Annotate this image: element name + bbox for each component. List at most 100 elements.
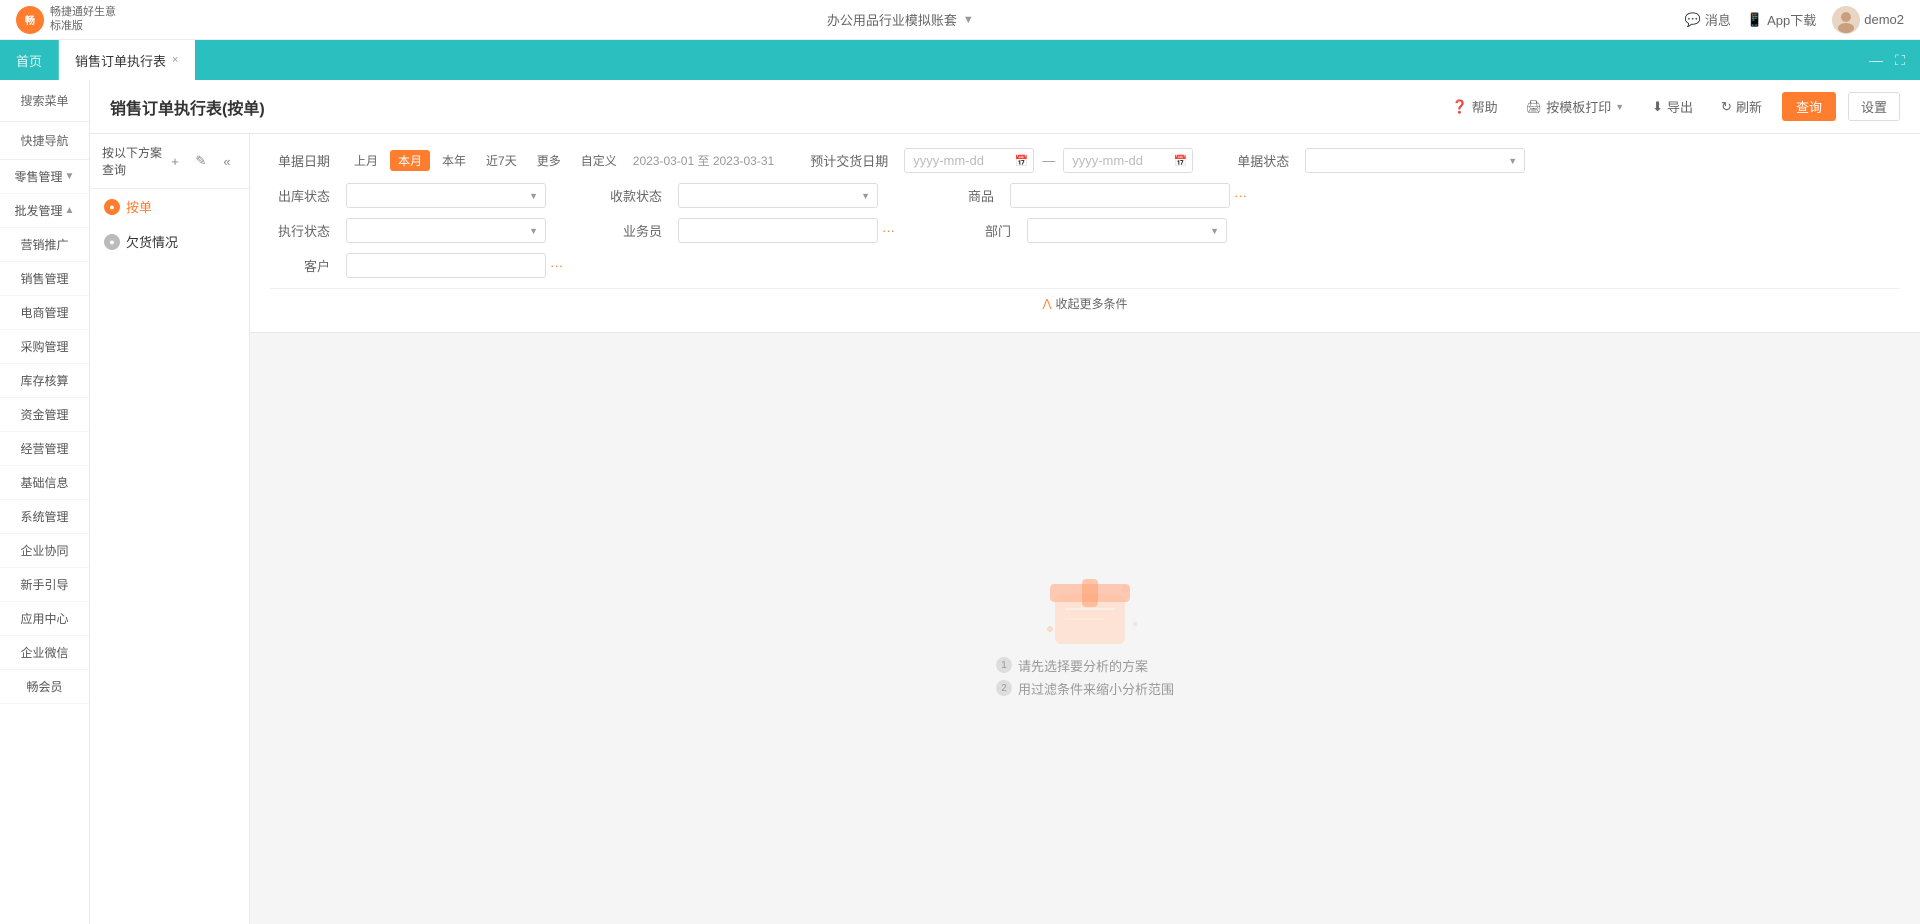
delivery-select-wrapper: [346, 183, 546, 208]
refresh-icon: ↻: [1721, 99, 1732, 115]
sidebar-item-inventory[interactable]: 库存核算: [0, 364, 89, 398]
goods-input[interactable]: [1010, 183, 1230, 208]
customer-input[interactable]: [346, 253, 546, 278]
page-header: 销售订单执行表(按单) ❓ 帮助 🖨 按模板打印 ▼ ⬇ 导出 ↻ 刷新: [90, 80, 1920, 134]
maximize-btn[interactable]: ⛶: [1892, 52, 1908, 68]
collapse-bar[interactable]: ⋀ 收起更多条件: [270, 288, 1900, 318]
execution-control: [346, 218, 546, 243]
sidebar-item-finance[interactable]: 资金管理: [0, 398, 89, 432]
collapse-panel-btn[interactable]: «: [217, 151, 237, 171]
scheme-header-label: 按以下方案查询: [102, 144, 165, 178]
top-bar-right: 💬 消息 📱 App下载 demo2: [1685, 6, 1904, 34]
export-btn[interactable]: ⬇ 导出: [1644, 93, 1701, 120]
tab-home[interactable]: 首页: [0, 40, 59, 80]
sidebar-item-ecom[interactable]: 电商管理: [0, 296, 89, 330]
date-tab-this-month[interactable]: 本月: [390, 150, 430, 171]
tab-close-btn[interactable]: ×: [172, 54, 178, 66]
step-2-num: 2: [996, 680, 1012, 696]
sidebar-item-label: 零售管理: [15, 168, 63, 185]
wholesale-arrow-icon: ▲: [65, 205, 75, 216]
customer-more-btn[interactable]: ···: [550, 258, 563, 273]
empty-step-1: 1 请先选择要分析的方案: [996, 656, 1174, 675]
refresh-btn[interactable]: ↻ 刷新: [1713, 93, 1770, 120]
sidebar-item-label: 企业微信: [20, 644, 68, 661]
dept-select[interactable]: [1027, 218, 1227, 243]
goods-more-btn[interactable]: ···: [1234, 188, 1247, 203]
minimize-btn[interactable]: —: [1868, 52, 1884, 68]
scheme-active-icon: ●: [104, 199, 120, 215]
sidebar-item-wholesale[interactable]: 批发管理 ▲: [0, 194, 89, 228]
sidebar-item-member[interactable]: 畅会员: [0, 670, 89, 704]
salesperson-control: ···: [678, 218, 895, 243]
expected-date-end[interactable]: [1063, 148, 1193, 173]
tab-sales-order[interactable]: 销售订单执行表 ×: [59, 40, 195, 80]
sidebar-item-label: 基础信息: [20, 474, 68, 491]
sidebar-item-enterprise[interactable]: 企业协同: [0, 534, 89, 568]
quick-nav-btn[interactable]: 快捷导航: [0, 126, 89, 155]
user-avatar[interactable]: demo2: [1832, 6, 1904, 34]
print-btn[interactable]: 🖨 按模板打印 ▼: [1518, 93, 1632, 120]
scheme-item-by-order[interactable]: ● 按单: [90, 189, 249, 224]
sidebar-item-operation[interactable]: 经营管理: [0, 432, 89, 466]
dropdown-icon[interactable]: ▼: [963, 14, 974, 26]
sidebar-quicknav-section: 快捷导航: [0, 122, 89, 160]
sidebar-item-basic[interactable]: 基础信息: [0, 466, 89, 500]
date-tab-last-month[interactable]: 上月: [346, 150, 386, 171]
add-scheme-btn[interactable]: +: [165, 151, 185, 171]
date-tab-this-year[interactable]: 本年: [434, 150, 474, 171]
settings-btn[interactable]: 设置: [1848, 92, 1900, 121]
sidebar-item-sales[interactable]: 销售管理: [0, 262, 89, 296]
empty-step-2: 2 用过滤条件来缩小分析范围: [996, 679, 1174, 698]
export-icon: ⬇: [1652, 99, 1663, 115]
sidebar-item-wechat[interactable]: 企业微信: [0, 636, 89, 670]
dept-select-wrapper: [1027, 218, 1227, 243]
data-area: 1 请先选择要分析的方案 2 用过滤条件来缩小分析范围: [250, 341, 1920, 924]
logo-icon: 畅: [16, 6, 44, 34]
search-btn[interactable]: 查询: [1782, 92, 1836, 121]
search-menu-btn[interactable]: 搜索菜单: [8, 88, 81, 113]
expected-date-start[interactable]: [904, 148, 1034, 173]
sidebar-item-label: 批发管理: [15, 202, 63, 219]
scheme-item-by-debt[interactable]: ● 欠货情况: [90, 224, 249, 259]
salesperson-more-btn[interactable]: ···: [882, 223, 895, 238]
execution-select[interactable]: [346, 218, 546, 243]
date-tab-more[interactable]: 更多: [529, 150, 569, 171]
edit-scheme-btn[interactable]: ✎: [191, 151, 211, 171]
expected-date-end-wrapper: [1063, 148, 1193, 173]
payment-select[interactable]: [678, 183, 878, 208]
execution-label: 执行状态: [270, 221, 330, 240]
window-controls: — ⛶: [1856, 40, 1920, 80]
sidebar-item-appstore[interactable]: 应用中心: [0, 602, 89, 636]
date-tab-7days[interactable]: 近7天: [478, 150, 525, 171]
top-bar-center: 办公用品行业模拟账套 ▼: [827, 10, 974, 29]
delivery-select[interactable]: [346, 183, 546, 208]
sidebar-item-purchase[interactable]: 采购管理: [0, 330, 89, 364]
sidebar-item-retail[interactable]: 零售管理 ▼: [0, 160, 89, 194]
help-btn[interactable]: ❓ 帮助: [1443, 93, 1505, 120]
sidebar-item-marketing[interactable]: 营销推广: [0, 228, 89, 262]
empty-illustration: [1035, 564, 1135, 644]
message-btn[interactable]: 💬 消息: [1685, 10, 1731, 29]
collapse-icon: ⋀: [1042, 297, 1051, 310]
app-download-btn[interactable]: 📱 App下载: [1747, 10, 1816, 29]
step-1-num: 1: [996, 657, 1012, 673]
logo-area: 畅 畅捷通好生意 标准版: [16, 6, 116, 34]
sidebar-item-label: 资金管理: [20, 406, 68, 423]
sidebar-item-system[interactable]: 系统管理: [0, 500, 89, 534]
sidebar-item-newbie[interactable]: 新手引导: [0, 568, 89, 602]
status-select[interactable]: [1305, 148, 1525, 173]
salesperson-label: 业务员: [602, 221, 662, 240]
scheme-inactive-icon: ●: [104, 234, 120, 250]
date-tab-custom[interactable]: 自定义: [573, 150, 625, 171]
payment-select-wrapper: [678, 183, 878, 208]
sidebar-item-label: 营销推广: [20, 236, 68, 253]
sidebar-item-label: 库存核算: [20, 372, 68, 389]
payment-control: [678, 183, 878, 208]
message-icon: 💬: [1685, 12, 1701, 28]
dept-label: 部门: [951, 221, 1011, 240]
payment-label: 收款状态: [602, 186, 662, 205]
sidebar-item-label: 采购管理: [20, 338, 68, 355]
salesperson-input[interactable]: [678, 218, 878, 243]
delivery-control: [346, 183, 546, 208]
print-icon: 🖨: [1526, 99, 1543, 115]
